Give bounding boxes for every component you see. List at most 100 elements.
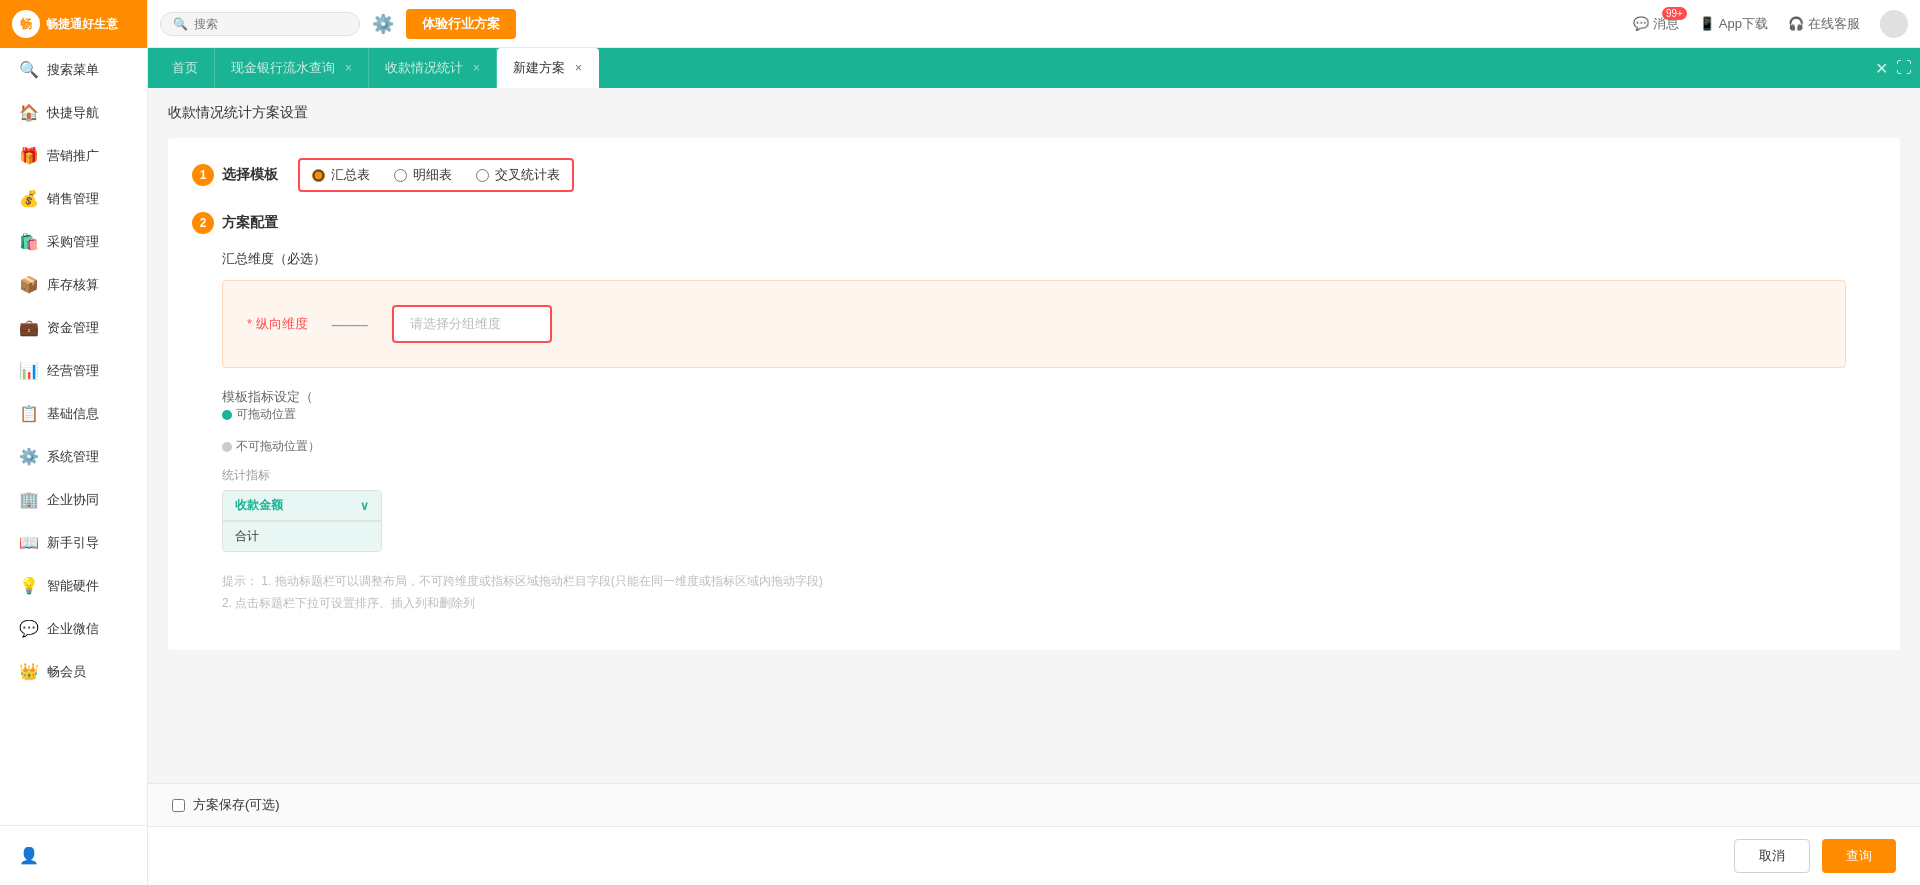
main-area: 🔍 ⚙️ 体验行业方案 💬 消息 99+ 📱 App下载 🎧 在线客服 首页 [148,0,1920,885]
tab-bar-actions: ✕ ⛶ [1875,59,1912,78]
header-right: 💬 消息 99+ 📱 App下载 🎧 在线客服 [1633,10,1908,38]
sidebar-label-marketing: 营销推广 [47,147,99,165]
save-checkbox[interactable] [172,799,185,812]
non-draggable-indicator: 不可拖动位置） [222,438,320,455]
sidebar-item-member[interactable]: 👑 畅会员 [0,650,147,693]
sidebar-label-system: 系统管理 [47,448,99,466]
dimension-section-title: 汇总维度（必选） [222,250,1876,268]
metrics-table-subtotal: 合计 [223,521,381,551]
book-icon: 📖 [19,533,39,552]
money-icon: 💰 [19,189,39,208]
step1-row: 1 选择模板 汇总表 明细表 交叉统计表 [192,158,1876,192]
tab-new-plan-label: 新建方案 [513,59,565,77]
sidebar-label-basic-info: 基础信息 [47,405,99,423]
settings-icon-header[interactable]: ⚙️ [372,13,394,35]
metrics-table-header[interactable]: 收款金额 ∨ [223,491,381,521]
sidebar-label-wechat: 企业微信 [47,620,99,638]
radio-detail-input[interactable] [394,169,407,182]
tab-bank-flow-close[interactable]: × [345,61,352,75]
radio-detail[interactable]: 明细表 [394,166,452,184]
search-input[interactable] [194,17,334,31]
sidebar-footer-item1[interactable]: 👤 [0,834,147,877]
page-footer: 方案保存(可选) [148,783,1920,826]
metrics-title: 模板指标设定（ 可拖动位置 不可拖动位置） [222,388,320,455]
close-all-button[interactable]: ✕ [1875,59,1888,78]
trial-button[interactable]: 体验行业方案 [406,9,516,39]
dimension-select[interactable]: 请选择分组维度 [392,305,552,343]
search-bar[interactable]: 🔍 [160,12,360,36]
tab-receipt-stats-close[interactable]: × [473,61,480,75]
user-avatar[interactable] [1880,10,1908,38]
radio-cross[interactable]: 交叉统计表 [476,166,560,184]
radio-cross-input[interactable] [476,169,489,182]
tips-area: 提示： 1. 拖动标题栏可以调整布局，不可跨维度或指标区域拖动栏目字段(只能在同… [222,571,1846,614]
sidebar-logo: 畅 畅捷通好生意 [0,0,147,48]
radio-summary-input[interactable] [312,169,325,182]
main-card: 1 选择模板 汇总表 明细表 交叉统计表 [168,138,1900,650]
tab-receipt-stats[interactable]: 收款情况统计 × [369,48,497,88]
notification-badge: 99+ [1662,7,1687,20]
home-icon: 🏠 [19,103,39,122]
sidebar-item-hardware[interactable]: 💡 智能硬件 [0,564,147,607]
sidebar-item-guide[interactable]: 📖 新手引导 [0,521,147,564]
chart-icon: 📊 [19,361,39,380]
sidebar-label-operations: 经营管理 [47,362,99,380]
bag-icon: 🛍️ [19,232,39,251]
top-header: 🔍 ⚙️ 体验行业方案 💬 消息 99+ 📱 App下载 🎧 在线客服 [148,0,1920,48]
sidebar-nav: 🔍 搜索菜单 🏠 快捷导航 🎁 营销推广 💰 销售管理 🛍️ 采购管理 📦 库存… [0,48,147,825]
sidebar-label-search: 搜索菜单 [47,61,99,79]
metrics-table-container: 统计指标 收款金额 ∨ 合计 [222,467,1846,555]
sidebar-item-sales[interactable]: 💰 销售管理 [0,177,147,220]
save-label: 方案保存(可选) [193,796,280,814]
settings-icon: ⚙️ [19,447,39,466]
chevron-down-icon[interactable]: ∨ [360,499,369,513]
sidebar-item-enterprise[interactable]: 🏢 企业协同 [0,478,147,521]
tip-line2: 2. 点击标题栏下拉可设置排序、插入列和删除列 [222,593,1846,615]
draggable-indicator: 可拖动位置 [222,406,320,423]
tab-bank-flow[interactable]: 现金银行流水查询 × [215,48,369,88]
sidebar-item-purchase[interactable]: 🛍️ 采购管理 [0,220,147,263]
page-container: 收款情况统计方案设置 1 选择模板 汇总表 明细表 [148,88,1920,783]
chat-icon: 💬 [19,619,39,638]
radio-summary-label: 汇总表 [331,166,370,184]
sidebar-item-marketing[interactable]: 🎁 营销推广 [0,134,147,177]
radio-summary[interactable]: 汇总表 [312,166,370,184]
sidebar-item-wechat[interactable]: 💬 企业微信 [0,607,147,650]
app-download-label: App下载 [1719,15,1768,33]
query-button[interactable]: 查询 [1822,839,1896,873]
step2-label: 方案配置 [222,214,278,232]
sidebar-label-inventory: 库存核算 [47,276,99,294]
sidebar-item-operations[interactable]: 📊 经营管理 [0,349,147,392]
tab-new-plan[interactable]: 新建方案 × [497,48,599,88]
sidebar-label-hardware: 智能硬件 [47,577,99,595]
sidebar-item-system[interactable]: ⚙️ 系统管理 [0,435,147,478]
tab-home[interactable]: 首页 [156,48,215,88]
sidebar-item-finance[interactable]: 💼 资金管理 [0,306,147,349]
breadcrumb: 收款情况统计方案设置 [168,104,1900,122]
sidebar-item-inventory[interactable]: 📦 库存核算 [0,263,147,306]
column-header-label: 收款金额 [235,497,283,514]
vertical-dimension-label: 纵向维度 [247,315,308,333]
cancel-button[interactable]: 取消 [1734,839,1810,873]
tab-new-plan-close[interactable]: × [575,61,582,75]
sidebar-item-search[interactable]: 🔍 搜索菜单 [0,48,147,91]
app-download-button[interactable]: 📱 App下载 [1699,15,1768,33]
tab-bank-flow-label: 现金银行流水查询 [231,59,335,77]
expand-button[interactable]: ⛶ [1896,59,1912,77]
metrics-table: 收款金额 ∨ 合计 [222,490,382,552]
crown-icon: 👑 [19,662,39,681]
logo-text: 畅捷通好生意 [46,16,118,33]
metrics-section: 模板指标设定（ 可拖动位置 不可拖动位置） [222,388,1846,555]
draggable-dot [222,410,232,420]
message-button[interactable]: 💬 消息 99+ [1633,15,1679,33]
online-service-button[interactable]: 🎧 在线客服 [1788,15,1860,33]
gift-icon: 🎁 [19,146,39,165]
sidebar-item-basic-info[interactable]: 📋 基础信息 [0,392,147,435]
box-icon: 📦 [19,275,39,294]
sidebar-label-quick-nav: 快捷导航 [47,104,99,122]
sidebar-item-quick-nav[interactable]: 🏠 快捷导航 [0,91,147,134]
sidebar-label-purchase: 采购管理 [47,233,99,251]
building-icon: 🏢 [19,490,39,509]
clipboard-icon: 📋 [19,404,39,423]
bottom-action-bar: 取消 查询 [148,826,1920,885]
